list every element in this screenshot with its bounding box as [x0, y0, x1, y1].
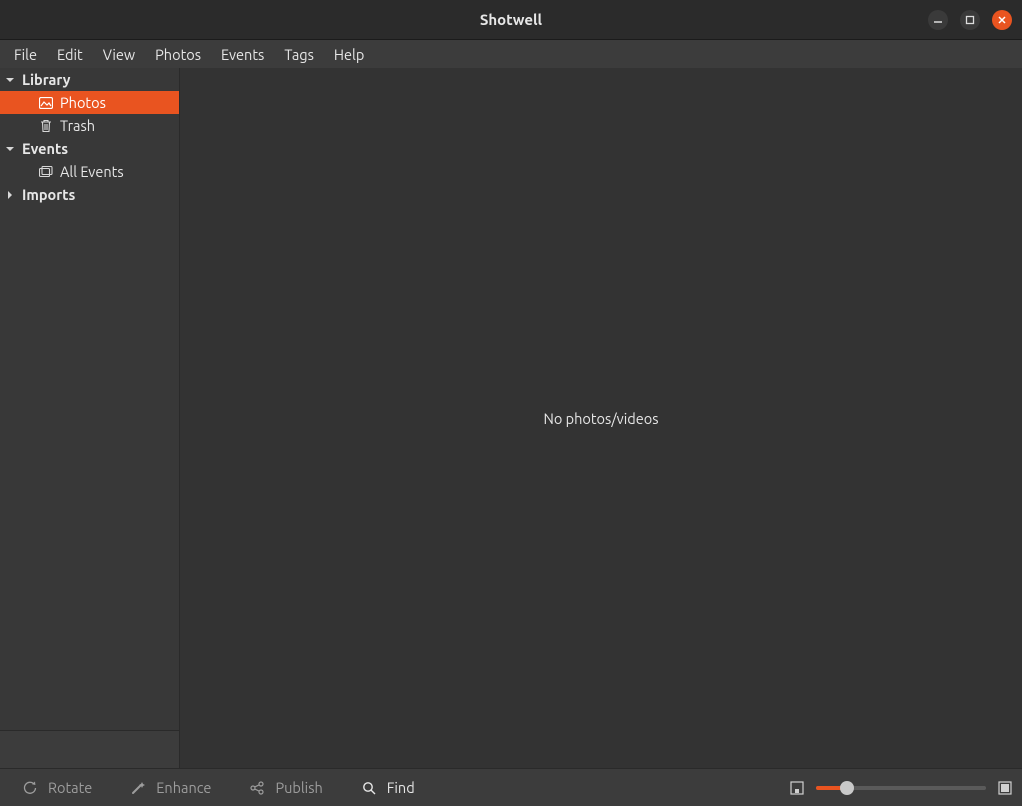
- sidebar: Library Photos Trash Events: [0, 68, 180, 768]
- zoom-out-thumb-icon[interactable]: [788, 779, 806, 797]
- minimize-button[interactable]: [928, 10, 948, 30]
- sidebar-item-all-events-label: All Events: [60, 163, 124, 180]
- menu-edit[interactable]: Edit: [47, 40, 93, 68]
- maximize-button[interactable]: [960, 10, 980, 30]
- minimize-icon: [933, 15, 943, 25]
- rotate-icon: [22, 780, 38, 796]
- sidebar-item-photos-label: Photos: [60, 94, 106, 111]
- zoom-slider[interactable]: [816, 779, 986, 797]
- publish-label: Publish: [275, 779, 322, 796]
- photo-icon: [38, 95, 54, 111]
- titlebar[interactable]: Shotwell: [0, 0, 1022, 40]
- menu-events[interactable]: Events: [211, 40, 274, 68]
- sidebar-header-library[interactable]: Library: [0, 68, 179, 91]
- menu-photos[interactable]: Photos: [145, 40, 211, 68]
- menu-view[interactable]: View: [93, 40, 145, 68]
- find-label: Find: [387, 779, 415, 796]
- chevron-down-icon: [4, 74, 16, 86]
- rotate-label: Rotate: [48, 779, 92, 796]
- sidebar-item-all-events[interactable]: All Events: [0, 160, 179, 183]
- window-controls: [928, 10, 1022, 30]
- menu-file[interactable]: File: [4, 40, 47, 68]
- publish-button[interactable]: Publish: [235, 775, 336, 800]
- bottom-toolbar: Rotate Enhance Publish Find: [0, 768, 1022, 806]
- menubar: File Edit View Photos Events Tags Help: [0, 40, 1022, 68]
- rotate-button[interactable]: Rotate: [8, 775, 106, 800]
- chevron-down-icon: [4, 143, 16, 155]
- enhance-label: Enhance: [156, 779, 211, 796]
- sidebar-item-trash-label: Trash: [60, 117, 95, 134]
- window-title: Shotwell: [0, 11, 1022, 28]
- enhance-button[interactable]: Enhance: [116, 775, 225, 800]
- close-icon: [997, 15, 1007, 25]
- trash-icon: [38, 118, 54, 134]
- enhance-icon: [130, 780, 146, 796]
- search-icon: [361, 780, 377, 796]
- sidebar-item-trash[interactable]: Trash: [0, 114, 179, 137]
- sidebar-header-imports[interactable]: Imports: [0, 183, 179, 206]
- maximize-icon: [965, 15, 975, 25]
- zoom-in-thumb-icon[interactable]: [996, 779, 1014, 797]
- sidebar-header-imports-label: Imports: [22, 186, 75, 203]
- content-area[interactable]: No photos/videos: [180, 68, 1022, 768]
- close-button[interactable]: [992, 10, 1012, 30]
- menu-tags[interactable]: Tags: [274, 40, 324, 68]
- workspace: Library Photos Trash Events: [0, 68, 1022, 768]
- sidebar-item-photos[interactable]: Photos: [0, 91, 179, 114]
- sidebar-header-library-label: Library: [22, 71, 71, 88]
- menu-help[interactable]: Help: [324, 40, 374, 68]
- zoom-controls: [788, 779, 1014, 797]
- find-button[interactable]: Find: [347, 775, 429, 800]
- sidebar-header-events[interactable]: Events: [0, 137, 179, 160]
- sidebar-footer: [0, 730, 179, 768]
- events-icon: [38, 164, 54, 180]
- sidebar-header-events-label: Events: [22, 140, 68, 157]
- sidebar-tree: Library Photos Trash Events: [0, 68, 179, 730]
- slider-thumb[interactable]: [840, 781, 854, 795]
- chevron-right-icon: [4, 189, 16, 201]
- empty-state-text: No photos/videos: [543, 410, 658, 427]
- publish-icon: [249, 780, 265, 796]
